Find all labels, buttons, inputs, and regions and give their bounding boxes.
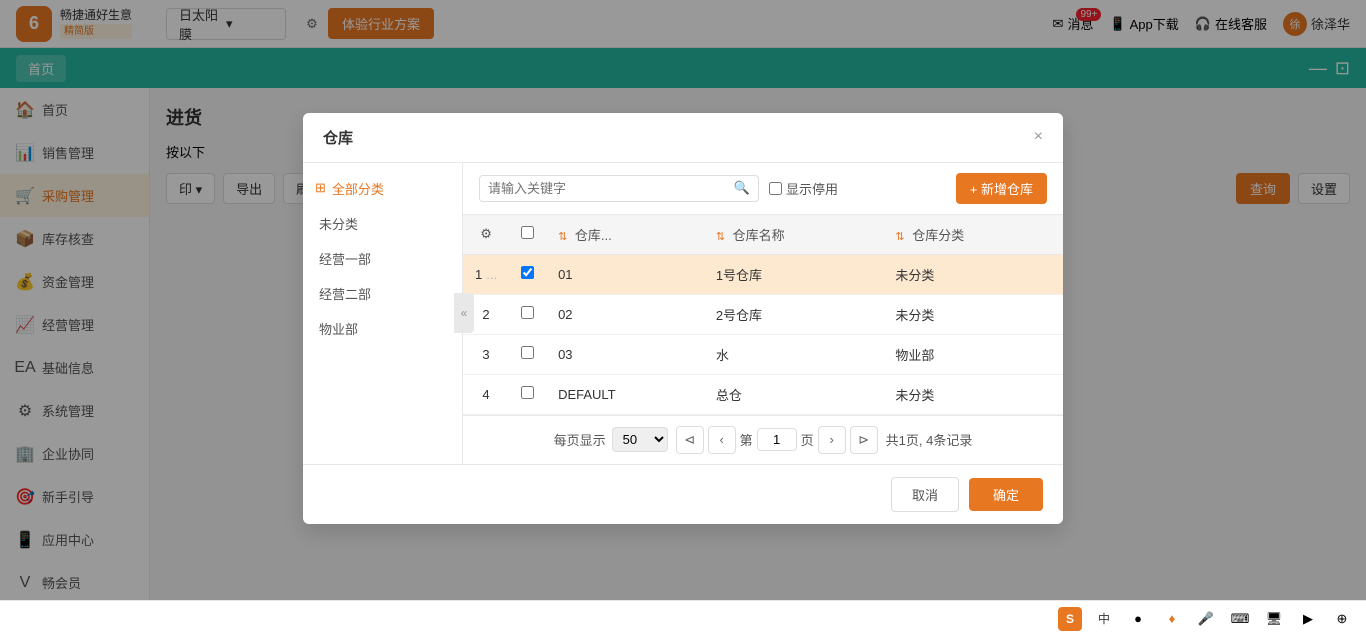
bottom-play-icon[interactable]: ▶: [1296, 607, 1320, 631]
table-panel: 🔍 显示停用 + 新增仓库 ⚙: [463, 163, 1063, 464]
modal-overlay: 仓库 × ⊞ 全部分类 未分类 经营一部 经营二部 物业部 «: [0, 0, 1366, 636]
warehouse-modal: 仓库 × ⊞ 全部分类 未分类 经营一部 经营二部 物业部 «: [303, 113, 1063, 524]
sort-icon: ⇅: [558, 231, 567, 243]
modal-close-button[interactable]: ×: [1034, 128, 1043, 146]
bottom-icon-s[interactable]: S: [1058, 607, 1082, 631]
row-checkbox[interactable]: [509, 374, 546, 414]
per-page-label: 每页显示: [554, 430, 606, 449]
col-header-code[interactable]: ⇅ 仓库...: [546, 215, 704, 255]
category-header-label: 全部分类: [332, 179, 384, 198]
bottom-icon-dot1[interactable]: ●: [1126, 607, 1150, 631]
table-row[interactable]: 2 02 2号仓库 未分类: [463, 294, 1063, 334]
col-header-name[interactable]: ⇅ 仓库名称: [704, 215, 884, 255]
category-header: ⊞ 全部分类: [303, 171, 462, 206]
modal-footer: 取消 确定: [303, 464, 1063, 524]
page-label: 页: [801, 430, 814, 449]
col-header-gear[interactable]: ⚙: [463, 215, 509, 255]
modal-body: ⊞ 全部分类 未分类 经营一部 经营二部 物业部 « 🔍: [303, 163, 1063, 464]
first-page-btn[interactable]: ⊲: [676, 426, 704, 454]
page-input[interactable]: [757, 428, 797, 451]
row-code: 02: [546, 294, 704, 334]
row-num: 4: [463, 374, 509, 414]
col-header-category[interactable]: ⇅ 仓库分类: [883, 215, 1063, 255]
show-disabled-wrap: 显示停用: [769, 179, 838, 198]
row-code: 01: [546, 254, 704, 294]
search-input[interactable]: [480, 176, 726, 201]
row-code: DEFAULT: [546, 374, 704, 414]
row-name: 2号仓库: [704, 294, 884, 334]
category-item-ops1[interactable]: 经营一部: [303, 241, 462, 276]
row-name: 1号仓库: [704, 254, 884, 294]
page-size-select: 每页显示 50 100: [554, 427, 668, 452]
page-summary: 共1页, 4条记录: [886, 430, 973, 449]
col-name-label: 仓库名称: [733, 228, 785, 243]
row-num: 3: [463, 334, 509, 374]
row-more-icon[interactable]: ...: [486, 267, 497, 282]
data-table: ⚙ ⇅ 仓库... ⇅: [463, 215, 1063, 415]
row-name: 总仓: [704, 374, 884, 414]
show-disabled-checkbox[interactable]: [769, 182, 782, 195]
sort-icon: ⇅: [716, 231, 725, 243]
row-checkbox[interactable]: [509, 334, 546, 374]
warehouse-table: ⚙ ⇅ 仓库... ⇅: [463, 215, 1063, 415]
row-name: 水: [704, 334, 884, 374]
category-item-ops2[interactable]: 经营二部: [303, 276, 462, 311]
row-category: 未分类: [883, 374, 1063, 414]
cancel-button[interactable]: 取消: [891, 477, 959, 512]
bottom-add-icon[interactable]: ⊕: [1330, 607, 1354, 631]
modal-header: 仓库 ×: [303, 113, 1063, 163]
row-checkbox[interactable]: [509, 254, 546, 294]
row-checkbox[interactable]: [509, 294, 546, 334]
next-page-btn[interactable]: ›: [818, 426, 846, 454]
row-code: 03: [546, 334, 704, 374]
search-input-wrap: 🔍: [479, 175, 759, 202]
confirm-button[interactable]: 确定: [969, 478, 1043, 511]
select-all-checkbox[interactable]: [521, 226, 534, 239]
table-row[interactable]: 1... 01 1号仓库 未分类: [463, 254, 1063, 294]
modal-title: 仓库: [323, 127, 353, 148]
bottom-screen-icon[interactable]: 🖥: [1262, 607, 1286, 631]
show-disabled-label: 显示停用: [786, 179, 838, 198]
prev-page-btn[interactable]: ‹: [708, 426, 736, 454]
category-collapse-button[interactable]: «: [454, 293, 474, 333]
col-header-check[interactable]: [509, 215, 546, 255]
pagination-bar: 每页显示 50 100 ⊲ ‹ 第 页 › ⊳: [463, 415, 1063, 464]
bottom-bar: S 中 ● ♦ 🎤 ⌨ 🖥 ▶ ⊕: [0, 600, 1366, 636]
row-category: 未分类: [883, 294, 1063, 334]
bottom-icon-dot2[interactable]: ♦: [1160, 607, 1184, 631]
last-page-btn[interactable]: ⊳: [850, 426, 878, 454]
per-page-dropdown[interactable]: 50 100: [612, 427, 668, 452]
page-nav: ⊲ ‹ 第 页 › ⊳: [676, 426, 878, 454]
category-panel: ⊞ 全部分类 未分类 经营一部 经营二部 物业部 «: [303, 163, 463, 464]
bottom-keyboard-icon[interactable]: ⌨: [1228, 607, 1252, 631]
col-code-label: 仓库...: [575, 228, 612, 243]
table-row[interactable]: 3 03 水 物业部: [463, 334, 1063, 374]
sort-icon: ⇅: [895, 231, 904, 243]
table-toolbar: 🔍 显示停用 + 新增仓库: [463, 163, 1063, 215]
bottom-icon-zh[interactable]: 中: [1092, 607, 1116, 631]
search-icon[interactable]: 🔍: [726, 180, 758, 196]
row-category: 未分类: [883, 254, 1063, 294]
category-item-unclassified[interactable]: 未分类: [303, 206, 462, 241]
page-text: 第: [740, 430, 753, 449]
add-warehouse-button[interactable]: + 新增仓库: [956, 173, 1047, 204]
gear-icon: ⚙: [480, 226, 492, 241]
table-row[interactable]: 4 DEFAULT 总仓 未分类: [463, 374, 1063, 414]
row-num: 1...: [463, 254, 509, 294]
col-category-label: 仓库分类: [912, 228, 964, 243]
category-grid-icon: ⊞: [315, 180, 326, 196]
bottom-mic-icon[interactable]: 🎤: [1194, 607, 1218, 631]
row-category: 物业部: [883, 334, 1063, 374]
category-item-property[interactable]: 物业部: [303, 311, 462, 346]
